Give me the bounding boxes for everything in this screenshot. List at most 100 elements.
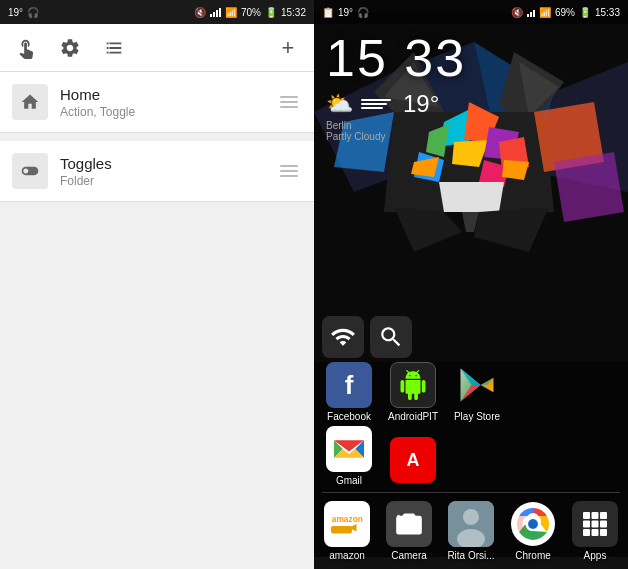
clock-time: 15 33 [326,32,616,84]
androidpit-label: AndroidPIT [388,411,438,422]
left-headphones-icon: 🎧 [27,7,39,18]
toggles-item-text: Toggles Folder [60,155,264,188]
right-wifi-icon: 📶 [539,7,551,18]
main-app-row: f Facebook AndroidPIT [314,360,628,424]
chrome-icon [510,501,556,547]
amazon-app[interactable]: amazon amazon [316,501,378,561]
left-temp: 19° [8,7,23,18]
right-status-icons-left: 📋 19° 🎧 [322,7,369,18]
amazon-label: amazon [329,550,365,561]
home-item-subtitle: Action, Toggle [60,105,264,119]
svg-rect-35 [331,526,352,534]
svg-rect-50 [583,529,590,536]
toggles-item-handle[interactable] [276,161,302,181]
toggles-item-subtitle: Folder [60,174,264,188]
gmail-icon [326,426,372,472]
apps-label: Apps [584,550,607,561]
amazon-icon: amazon [324,501,370,547]
svg-rect-46 [600,512,607,519]
right-panel: 📋 19° 🎧 🔇 📶 69% 🔋 15:33 15 33 ⛅ [314,0,628,569]
contact-app[interactable]: Rita Orsi... [440,501,502,561]
apps-area: f Facebook AndroidPIT [314,142,628,569]
toggles-item-icon [12,153,48,189]
right-status-icons-right: 🔇 📶 69% 🔋 15:33 [511,7,620,18]
add-button[interactable]: + [274,34,302,62]
dock-separator [322,492,620,493]
shortcuts-list: Home Action, Toggle Toggles Folder [0,72,314,569]
playstore-app[interactable]: Play Store [446,362,508,422]
gmail-label: Gmail [336,475,362,486]
camera-icon [386,501,432,547]
right-status-bar: 📋 19° 🎧 🔇 📶 69% 🔋 15:33 [314,0,628,24]
apps-grid-icon [572,501,618,547]
left-status-left: 19° 🎧 [8,7,39,18]
svg-rect-52 [600,529,607,536]
left-toolbar: + [0,24,314,72]
svg-point-38 [463,509,479,525]
left-wifi-icon: 📶 [225,7,237,18]
svg-rect-51 [592,529,599,536]
androidpit-icon [390,362,436,408]
home-item-title: Home [60,86,264,103]
list-gap [0,133,314,141]
left-battery-icon: 🔋 [265,7,277,18]
clock-area: 15 33 [314,24,628,88]
weather-description: Partly Cloudy [326,131,616,142]
right-content: 15 33 ⛅ 19° Berlin Partly Cloudy [314,24,628,569]
chrome-app[interactable]: Chrome [502,501,564,561]
weather-lines [361,99,391,109]
svg-text:amazon: amazon [332,514,363,524]
weather-row: ⛅ 19° [314,88,628,120]
grid-icon[interactable] [100,34,128,62]
list-item[interactable]: Toggles Folder [0,141,314,202]
left-status-right: 🔇 📶 70% 🔋 15:32 [194,7,306,18]
camera-label: Camera [391,550,427,561]
camera-app[interactable]: Camera [378,501,440,561]
facebook-icon: f [326,362,372,408]
gear-icon[interactable] [56,34,84,62]
right-signal-icon [527,7,535,17]
weather-location: Berlin [326,120,616,131]
signal-widget-icon[interactable] [370,316,412,358]
second-app-row: Gmail A [314,424,628,488]
chrome-label: Chrome [515,550,551,561]
widget-icon-row [314,314,628,360]
gmail-app[interactable]: Gmail [318,426,380,486]
left-battery: 70% [241,7,261,18]
home-item-handle[interactable] [276,92,302,112]
hand-icon[interactable] [12,34,40,62]
playstore-label: Play Store [454,411,500,422]
right-time: 15:33 [595,7,620,18]
acrobat-app[interactable]: A [382,437,444,486]
list-item[interactable]: Home Action, Toggle [0,72,314,133]
facebook-label: Facebook [327,411,371,422]
left-signal-icon [210,7,221,17]
right-battery: 69% [555,7,575,18]
right-battery-icon: 🔋 [579,7,591,18]
dock-row: amazon amazon Camera [314,497,628,565]
contact-icon [448,501,494,547]
svg-point-43 [529,520,538,529]
acrobat-icon: A [390,437,436,483]
playstore-icon [454,362,500,408]
right-mute-icon: 🔇 [511,7,523,18]
weather-text-area: Berlin Partly Cloudy [314,120,628,142]
right-temp: 19° [338,7,353,18]
left-panel: 19° 🎧 🔇 📶 70% 🔋 15:32 [0,0,314,569]
facebook-app[interactable]: f Facebook [318,362,380,422]
androidpit-app[interactable]: AndroidPIT [382,362,444,422]
apps-button[interactable]: Apps [564,501,626,561]
right-notification-icon: 📋 [322,7,334,18]
toggles-item-title: Toggles [60,155,264,172]
left-time: 15:32 [281,7,306,18]
svg-rect-49 [600,521,607,528]
home-item-icon [12,84,48,120]
home-item-text: Home Action, Toggle [60,86,264,119]
weather-icon: ⛅ [326,91,353,117]
contact-label: Rita Orsi... [447,550,494,561]
left-mute-icon: 🔇 [194,7,206,18]
weather-temp: 19° [403,90,439,118]
svg-rect-45 [592,512,599,519]
right-headphones-icon: 🎧 [357,7,369,18]
wifi-widget-icon[interactable] [322,316,364,358]
